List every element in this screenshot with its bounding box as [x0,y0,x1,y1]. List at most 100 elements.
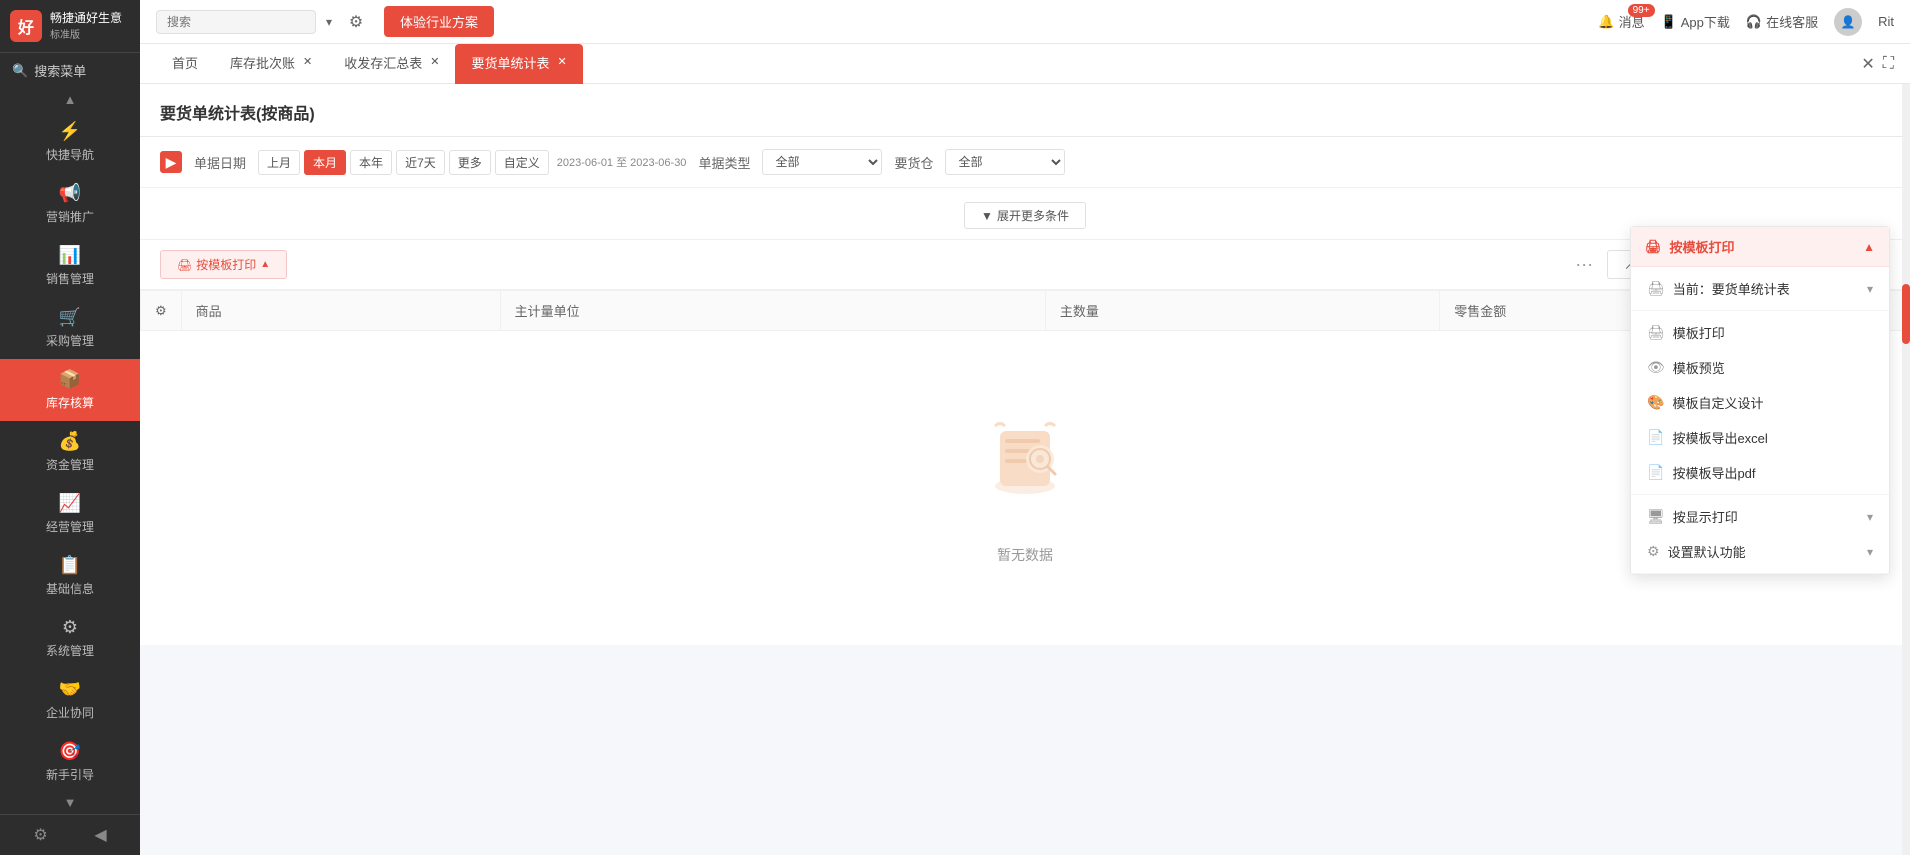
sidebar-item-label: 系统管理 [46,642,94,659]
receipt-summary-tab-close[interactable]: ✕ [430,57,439,68]
tab-home[interactable]: 首页 [156,44,214,84]
empty-illustration [975,411,1075,533]
topbar: ▾ ⚙ 体验行业方案 🔔 消息 99+ 📱 App下载 🎧 在线客服 👤 Rit [140,0,1910,44]
app-download-btn[interactable]: 📱 App下载 [1661,12,1730,31]
display-print-chevron: ▾ [1867,510,1873,524]
tab-order-stats[interactable]: 要货单统计表 ✕ [455,44,582,84]
display-print-item[interactable]: 🖥 按显示打印 ▾ [1631,499,1889,534]
sidebar-item-inventory[interactable]: 📦 库存核算 [0,359,140,421]
date-btn-custom[interactable]: 自定义 [495,150,549,175]
date-filter-group: 上月 本月 本年 近7天 更多 自定义 2023-06-01 至 2023-06… [258,150,686,175]
online-service-btn[interactable]: 🎧 在线客服 [1746,12,1818,31]
notifications-badge: 99+ [1628,4,1655,17]
logo-icon: 好 [10,10,42,42]
footer-collapse-btn[interactable]: ◀ [94,825,106,845]
print-chevron-up: ▲ [260,259,270,270]
sidebar-item-finance[interactable]: 💰 资金管理 [0,421,140,483]
expand-more-btn[interactable]: ▼ 展开更多条件 [964,202,1086,229]
empty-svg-icon [975,411,1075,511]
topbar-settings-btn[interactable]: ⚙ [342,8,370,36]
date-btn-last-month[interactable]: 上月 [258,150,300,175]
order-stats-tab-label: 要货单统计表 [471,53,549,72]
empty-text: 暂无数据 [997,545,1053,565]
topbar-dropdown-btn[interactable]: ▾ [326,15,332,29]
sidebar-item-label: 快捷导航 [46,146,94,163]
sidebar-item-system[interactable]: ⚙ 系统管理 [0,607,140,669]
sidebar-item-operation[interactable]: 📈 经营管理 [0,483,140,545]
template-preview-label: 模板预览 [1673,358,1725,377]
search-menu-label: 搜索菜单 [34,61,86,80]
print-dropdown-item-template-print[interactable]: 🖨 模板打印 [1631,315,1889,350]
table-header-unit: 主计量单位 [500,291,1045,331]
sidebar-item-cooperation[interactable]: 🤝 企业协同 [0,669,140,731]
current-label: 当前：要货单统计表 [1673,279,1790,298]
print-dropdown: 🖨 按模板打印 ▲ 🖨 当前：要货单统计表 ▾ 🖨 模板打印 [1630,226,1890,575]
phone-icon: 📱 [1661,14,1677,30]
operation-icon: 📈 [59,493,81,514]
tab-receipt-summary[interactable]: 收发存汇总表 ✕ [328,44,455,84]
finance-icon: 💰 [59,431,81,452]
print-dropdown-header[interactable]: 🖨 按模板打印 ▲ [1631,227,1889,267]
right-scrollbar-thumb[interactable] [1902,284,1910,344]
print-dropdown-item-template-preview[interactable]: 👁 模板预览 [1631,350,1889,385]
date-btn-last-7-days[interactable]: 近7天 [396,150,445,175]
goods-select[interactable]: 全部 [945,149,1065,175]
order-type-select[interactable]: 全部 要货单 [762,149,882,175]
tab-batch-account[interactable]: 库存批次账 ✕ [214,44,328,84]
avatar-icon: 👤 [1841,15,1856,29]
table-settings-icon[interactable]: ⚙ [155,303,167,318]
maximize-window-btn[interactable]: ⛶ [1883,55,1894,73]
template-print-label: 模板打印 [1673,323,1725,342]
set-default-chevron: ▾ [1867,545,1873,559]
filter-toggle-btn[interactable]: ▶ [160,151,182,173]
print-dropdown-item-template-design[interactable]: 🎨 模板自定义设计 [1631,385,1889,420]
sidebar-item-purchase[interactable]: 🛒 采购管理 [0,297,140,359]
topbar-search-input[interactable] [156,10,316,34]
search-menu-item[interactable]: 🔍 搜索菜单 [0,53,140,88]
order-stats-tab-close[interactable]: ✕ [558,57,567,68]
trial-btn[interactable]: 体验行业方案 [384,6,494,37]
right-scrollbar[interactable] [1902,84,1910,855]
sidebar-item-label: 新手引导 [46,766,94,783]
print-dropdown-item-export-pdf[interactable]: 📄 按模板导出pdf [1631,455,1889,490]
sidebar-item-label: 销售管理 [46,270,94,287]
sidebar-item-label: 库存核算 [46,394,94,411]
sidebar-item-marketing[interactable]: 📢 营销推广 [0,173,140,235]
batch-account-tab-close[interactable]: ✕ [303,57,312,68]
sidebar-item-basic[interactable]: 📋 基础信息 [0,545,140,607]
table-header-qty: 主数量 [1045,291,1439,331]
more-actions-btn[interactable]: ··· [1569,254,1599,275]
sidebar-item-guide[interactable]: 🎯 新手引导 [0,731,140,791]
date-btn-current-year[interactable]: 本年 [350,150,392,175]
app-version: 标准版 [50,26,122,41]
sidebar-item-sales[interactable]: 📊 销售管理 [0,235,140,297]
app-download-label: App下载 [1681,12,1730,31]
display-print-left: 🖥 按显示打印 [1647,507,1738,526]
print-dropdown-current-section: 🖨 当前：要货单统计表 ▾ [1631,267,1889,311]
scroll-up-btn[interactable]: ▲ [0,88,140,111]
close-window-btn[interactable]: ✕ [1861,54,1874,74]
print-template-btn[interactable]: 🖨 按模板打印 ▲ [160,250,287,279]
sidebar-nav: ⚡ 快捷导航 📢 营销推广 📊 销售管理 🛒 采购管理 📦 库存核算 💰 资金管… [0,111,140,791]
date-btn-more[interactable]: 更多 [449,150,491,175]
sales-icon: 📊 [59,245,81,266]
export-pdf-icon: 📄 [1647,464,1664,481]
table-header-settings: ⚙ [141,291,182,331]
sidebar-item-label: 资金管理 [46,456,94,473]
print-dropdown-item-export-excel[interactable]: 📄 按模板导出excel [1631,420,1889,455]
sidebar-item-quick-nav[interactable]: ⚡ 快捷导航 [0,111,140,173]
print-dropdown-current-item[interactable]: 🖨 当前：要货单统计表 ▾ [1631,271,1889,306]
notifications-btn[interactable]: 🔔 消息 99+ [1598,12,1644,31]
inventory-icon: 📦 [59,369,81,390]
set-default-item[interactable]: ⚙ 设置默认功能 ▾ [1631,534,1889,569]
sidebar-footer: ⚙ ◀ [0,814,140,855]
guide-icon: 🎯 [59,741,81,762]
sidebar-item-label: 营销推广 [46,208,94,225]
table-header-goods: 商品 [181,291,500,331]
avatar[interactable]: 👤 [1834,8,1862,36]
footer-settings-btn[interactable]: ⚙ [33,825,47,845]
scroll-down-btn[interactable]: ▼ [0,791,140,814]
date-btn-current-month[interactable]: 本月 [304,150,346,175]
main-area: ▾ ⚙ 体验行业方案 🔔 消息 99+ 📱 App下载 🎧 在线客服 👤 Rit [140,0,1910,855]
receipt-summary-tab-label: 收发存汇总表 [344,53,422,72]
